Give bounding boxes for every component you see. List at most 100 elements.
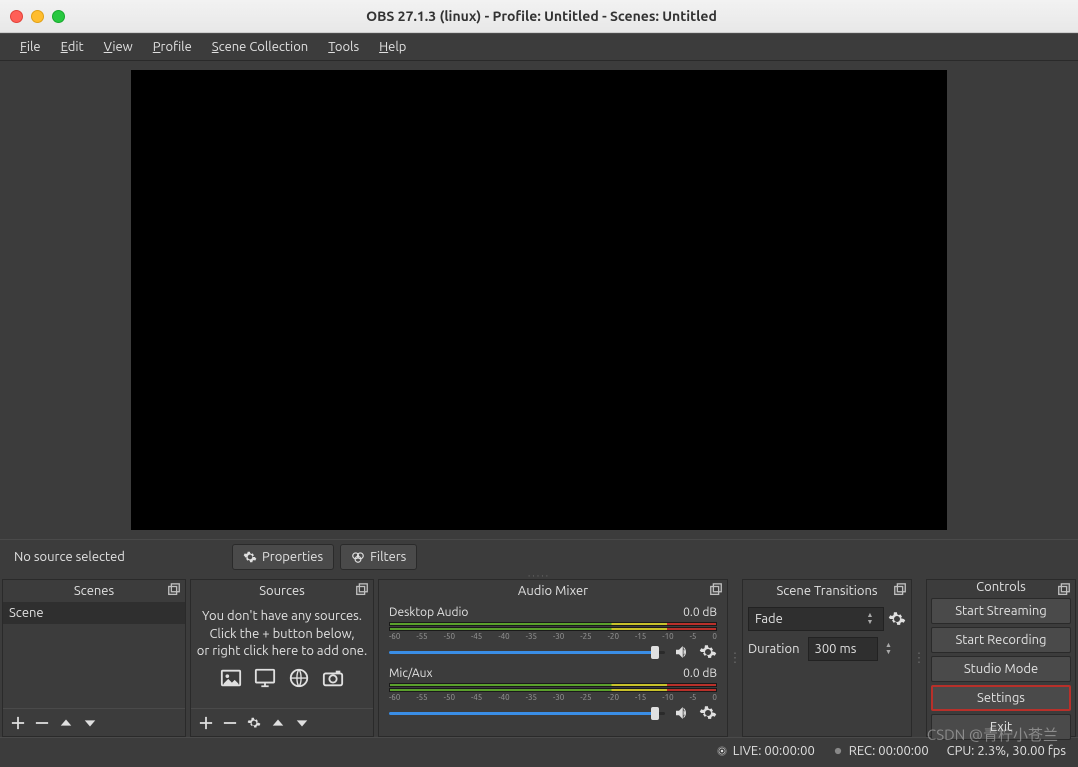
menu-scene-collection[interactable]: Scene Collection [202, 37, 318, 57]
menu-file[interactable]: File [10, 37, 51, 57]
scene-up-button[interactable] [59, 716, 73, 730]
audio-channel: Desktop Audio 0.0 dB -60-55-50-45-40-35-… [379, 602, 727, 663]
controls-body: Start Streaming Start Recording Studio M… [927, 594, 1075, 744]
sources-title: Sources [259, 584, 305, 598]
filters-icon [351, 550, 365, 564]
controls-dock: Controls Start Streaming Start Recording… [926, 579, 1076, 737]
live-text: LIVE: 00:00:00 [733, 744, 815, 758]
menu-view[interactable]: View [94, 37, 143, 57]
studio-mode-button[interactable]: Studio Mode [931, 656, 1071, 682]
controls-header: Controls [927, 580, 1075, 594]
menu-edit[interactable]: Edit [51, 37, 94, 57]
remove-scene-button[interactable] [35, 716, 49, 730]
settings-button[interactable]: Settings [931, 685, 1071, 711]
scenes-dock: Scenes Scene [2, 579, 186, 737]
duration-label: Duration [748, 642, 804, 656]
preview-canvas[interactable] [131, 70, 947, 530]
select-arrows-icon: ▲▼ [863, 612, 877, 626]
controls-title: Controls [976, 580, 1026, 594]
scenes-header: Scenes [3, 580, 185, 602]
hint-line: Click the + button below, [195, 626, 369, 644]
popout-icon[interactable] [167, 583, 181, 597]
duration-input[interactable]: 300 ms [808, 637, 878, 661]
gear-icon [243, 550, 257, 564]
source-up-button[interactable] [271, 716, 285, 730]
audio-meter: -60-55-50-45-40-35-30-25-20-15-10-50 [389, 622, 717, 641]
maximize-window-button[interactable] [52, 10, 65, 23]
scenes-footer [3, 708, 185, 736]
vertical-grip[interactable] [916, 579, 922, 737]
window-title: OBS 27.1.3 (linux) - Profile: Untitled -… [65, 8, 1018, 24]
source-type-icons [195, 667, 369, 689]
transition-select[interactable]: Fade ▲▼ [748, 607, 884, 631]
cpu-status: CPU: 2.3%, 30.00 fps [947, 744, 1066, 758]
scene-item[interactable]: Scene [3, 602, 185, 624]
transitions-title: Scene Transitions [776, 584, 877, 598]
channel-name: Desktop Audio [389, 606, 468, 619]
start-recording-button[interactable]: Start Recording [931, 627, 1071, 653]
mixer-title: Audio Mixer [518, 584, 588, 598]
scenes-title: Scenes [74, 584, 114, 598]
menu-help[interactable]: Help [369, 37, 416, 57]
vertical-grip[interactable] [732, 579, 738, 737]
menu-profile[interactable]: Profile [143, 37, 202, 57]
channel-level: 0.0 dB [683, 606, 717, 619]
popout-icon[interactable] [893, 583, 907, 597]
docks-row: Scenes Scene Sources You don't have any … [0, 579, 1078, 737]
sources-header: Sources [191, 580, 373, 602]
menu-tools[interactable]: Tools [318, 37, 369, 57]
channel-settings-button[interactable] [699, 643, 717, 661]
broadcast-icon [717, 746, 727, 756]
volume-slider[interactable] [389, 650, 665, 655]
display-icon [252, 667, 278, 689]
menubar: File Edit View Profile Scene Collection … [0, 33, 1078, 61]
sources-hint: You don't have any sources. Click the + … [191, 602, 373, 695]
add-scene-button[interactable] [11, 716, 25, 730]
channel-settings-button[interactable] [699, 704, 717, 722]
source-toolbar: No source selected Properties Filters [0, 539, 1078, 573]
remove-source-button[interactable] [223, 716, 237, 730]
sources-dock: Sources You don't have any sources. Clic… [190, 579, 374, 737]
transitions-body: Fade ▲▼ Duration 300 ms ▲▼ [743, 602, 911, 666]
sources-list[interactable]: You don't have any sources. Click the + … [191, 602, 373, 708]
scene-down-button[interactable] [83, 716, 97, 730]
properties-label: Properties [262, 550, 323, 564]
spinner-arrows-icon[interactable]: ▲▼ [882, 642, 896, 656]
mixer-header: Audio Mixer [379, 580, 727, 602]
audio-meter: -60-55-50-45-40-35-30-25-20-15-10-50 [389, 683, 717, 702]
start-streaming-button[interactable]: Start Streaming [931, 598, 1071, 624]
volume-slider[interactable] [389, 711, 665, 716]
duration-value: 300 ms [815, 642, 857, 656]
statusbar: LIVE: 00:00:00 REC: 00:00:00 CPU: 2.3%, … [0, 737, 1078, 763]
popout-icon[interactable] [709, 583, 723, 597]
exit-button[interactable]: Exit [931, 714, 1071, 740]
transition-settings-button[interactable] [888, 610, 906, 628]
filters-button[interactable]: Filters [340, 544, 417, 570]
mixer-body: Desktop Audio 0.0 dB -60-55-50-45-40-35-… [379, 602, 727, 736]
speaker-icon[interactable] [673, 704, 691, 722]
transitions-header: Scene Transitions [743, 580, 911, 602]
titlebar: OBS 27.1.3 (linux) - Profile: Untitled -… [0, 0, 1078, 33]
window-controls [10, 10, 65, 23]
channel-level: 0.0 dB [683, 667, 717, 680]
add-source-button[interactable] [199, 716, 213, 730]
popout-icon[interactable] [355, 583, 369, 597]
preview-area [0, 61, 1078, 539]
speaker-icon[interactable] [673, 643, 691, 661]
rec-status: REC: 00:00:00 [833, 744, 929, 758]
transitions-dock: Scene Transitions Fade ▲▼ Duration 300 m… [742, 579, 912, 737]
source-settings-button[interactable] [247, 716, 261, 730]
minimize-window-button[interactable] [31, 10, 44, 23]
source-down-button[interactable] [295, 716, 309, 730]
scenes-list[interactable]: Scene [3, 602, 185, 708]
audio-channel: Mic/Aux 0.0 dB -60-55-50-45-40-35-30-25-… [379, 663, 727, 724]
record-icon [833, 746, 843, 756]
channel-name: Mic/Aux [389, 667, 433, 680]
audio-mixer-dock: Audio Mixer Desktop Audio 0.0 dB -60-55-… [378, 579, 728, 737]
properties-button[interactable]: Properties [232, 544, 334, 570]
sources-footer [191, 708, 373, 736]
popout-icon[interactable] [1057, 583, 1071, 597]
globe-icon [286, 667, 312, 689]
close-window-button[interactable] [10, 10, 23, 23]
transition-value: Fade [755, 612, 783, 626]
